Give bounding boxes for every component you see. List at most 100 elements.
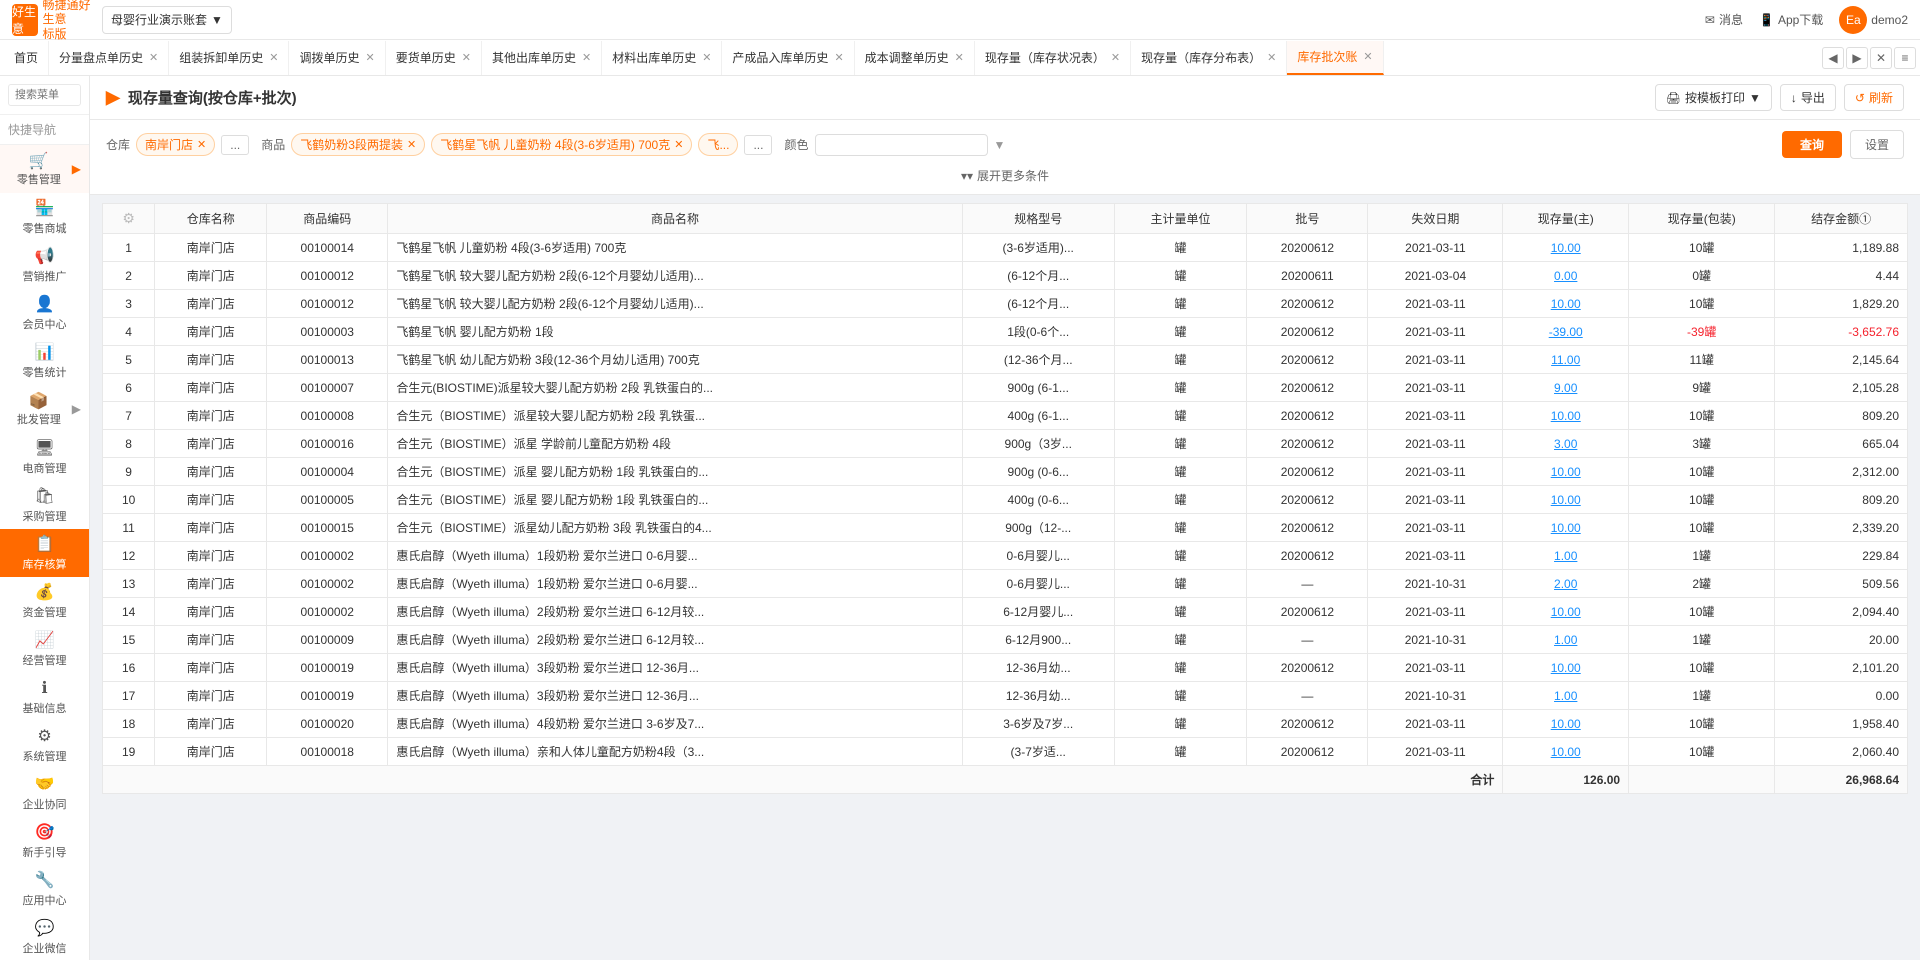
sidebar-item-wechat[interactable]: 💬 企业微信 (0, 913, 89, 960)
tab-7-close[interactable]: ✕ (834, 51, 843, 64)
sidebar-item-retail-shop[interactable]: 🏪 零售商城 (0, 193, 89, 241)
sidebar-toggle-btn[interactable]: ▶ (106, 87, 120, 108)
export-btn[interactable]: ↓ 导出 (1780, 84, 1836, 111)
sidebar-item-finance[interactable]: 💰 资金管理 (0, 577, 89, 625)
search-input[interactable] (8, 84, 81, 106)
product-tag-more[interactable]: 飞... (698, 133, 738, 156)
tab-9-close[interactable]: ✕ (1111, 51, 1120, 64)
sidebar-item-app-center[interactable]: 🔧 应用中心 (0, 865, 89, 913)
query-btn[interactable]: 查询 (1782, 131, 1842, 158)
table-row: 6 南岸门店 00100007 合生元(BIOSTIME)派星较大婴儿配方奶粉 … (103, 374, 1908, 402)
tab-8[interactable]: 成本调整单历史 ✕ (855, 41, 975, 75)
print-btn[interactable]: 🖨 按模板打印 ▼ (1655, 84, 1772, 111)
sidebar-item-wholesale[interactable]: 📦 批发管理 ▶ (0, 385, 89, 433)
row-qty-main[interactable]: 11.00 (1503, 346, 1629, 374)
tab-4[interactable]: 要货单历史 ✕ (386, 41, 482, 75)
row-spec: 900g（3岁... (962, 430, 1114, 458)
row-qty-main[interactable]: 10.00 (1503, 514, 1629, 542)
row-qty-main[interactable]: -39.00 (1503, 318, 1629, 346)
row-qty-main[interactable]: 2.00 (1503, 570, 1629, 598)
row-unit: 罐 (1114, 542, 1247, 570)
app-download-btn[interactable]: 📱 App下载 (1759, 11, 1823, 28)
row-qty-main[interactable]: 10.00 (1503, 458, 1629, 486)
row-qty-main[interactable]: 1.00 (1503, 626, 1629, 654)
tab-1[interactable]: 分量盘点单历史 ✕ (49, 41, 169, 75)
product-tag1-remove[interactable]: ✕ (407, 138, 416, 151)
row-expire: 2021-03-11 (1368, 598, 1503, 626)
tab-3-close[interactable]: ✕ (366, 51, 375, 64)
row-qty-main[interactable]: 9.00 (1503, 374, 1629, 402)
sidebar-item-ecommerce[interactable]: 🖥 电商管理 (0, 433, 89, 481)
tab-home[interactable]: 首页 (4, 41, 49, 75)
col-setting[interactable]: ⚙ (103, 204, 155, 234)
tab-6[interactable]: 材料出库单历史 ✕ (602, 41, 722, 75)
sidebar-item-inventory[interactable]: 📋 库存核算 (0, 529, 89, 577)
row-qty-main[interactable]: 10.00 (1503, 402, 1629, 430)
warehouse-more-btn[interactable]: ... (221, 135, 249, 155)
color-input[interactable] (815, 134, 988, 156)
table-row: 10 南岸门店 00100005 合生元（BIOSTIME）派星 婴儿配方奶粉 … (103, 486, 1908, 514)
tab-1-close[interactable]: ✕ (149, 51, 158, 64)
product-more-btn[interactable]: ... (744, 135, 772, 155)
tab-close-btn[interactable]: ✕ (1870, 47, 1892, 69)
setting-icon[interactable]: ⚙ (122, 210, 135, 226)
tab-9[interactable]: 现存量（库存状况表） ✕ (975, 41, 1131, 75)
sidebar-item-retail-mgmt[interactable]: 🛒 零售管理 ▶ (0, 145, 89, 193)
row-spec: (3-6岁适用)... (962, 234, 1114, 262)
sidebar-item-marketing[interactable]: 📢 营销推广 (0, 241, 89, 289)
row-qty-main[interactable]: 3.00 (1503, 430, 1629, 458)
row-amount: 229.84 (1775, 542, 1908, 570)
refresh-btn[interactable]: ↺ 刷新 (1844, 84, 1904, 111)
account-selector[interactable]: 母婴行业演示账套 ▼ (102, 6, 232, 34)
tab-7[interactable]: 产成品入库单历史 ✕ (722, 41, 854, 75)
sidebar-item-ops[interactable]: 📈 经营管理 (0, 625, 89, 673)
row-qty-main[interactable]: 10.00 (1503, 710, 1629, 738)
warehouse-tag[interactable]: 南岸门店 ✕ (136, 133, 215, 156)
tab-4-close[interactable]: ✕ (462, 51, 471, 64)
tab-prev-btn[interactable]: ◀ (1822, 47, 1844, 69)
sidebar: 快捷导航 🛒 零售管理 ▶ 🏪 零售商城 📢 营销推广 👤 会员中心 📊 零售统… (0, 76, 90, 960)
tab-menu-btn[interactable]: ≡ (1894, 47, 1916, 69)
product-tag2-remove[interactable]: ✕ (674, 138, 683, 151)
tab-3[interactable]: 调拨单历史 ✕ (289, 41, 385, 75)
tab-5[interactable]: 其他出库单历史 ✕ (482, 41, 602, 75)
tab-11[interactable]: 库存批次账 ✕ (1287, 41, 1383, 75)
tab-2-close[interactable]: ✕ (269, 51, 278, 64)
row-qty-main[interactable]: 10.00 (1503, 290, 1629, 318)
tab-10[interactable]: 现存量（库存分布表） ✕ (1131, 41, 1287, 75)
color-dropdown-icon[interactable]: ▼ (994, 138, 1006, 152)
expand-conditions-btn[interactable]: ▾▾ 展开更多条件 (106, 167, 1904, 184)
sidebar-item-sys-mgmt[interactable]: ⚙ 系统管理 (0, 721, 89, 769)
tab-2[interactable]: 组装拆卸单历史 ✕ (169, 41, 289, 75)
row-batch: 20200612 (1247, 374, 1368, 402)
row-qty-main[interactable]: 10.00 (1503, 598, 1629, 626)
tab-6-close[interactable]: ✕ (702, 51, 711, 64)
settings-btn[interactable]: 设置 (1850, 130, 1904, 159)
row-unit: 罐 (1114, 374, 1247, 402)
tab-10-close[interactable]: ✕ (1267, 51, 1276, 64)
row-qty-main[interactable]: 1.00 (1503, 682, 1629, 710)
row-qty-main[interactable]: 10.00 (1503, 486, 1629, 514)
tab-11-close[interactable]: ✕ (1363, 50, 1372, 63)
sidebar-item-purchase[interactable]: 🛍 采购管理 (0, 481, 89, 529)
tab-5-close[interactable]: ✕ (582, 51, 591, 64)
row-qty-main[interactable]: 0.00 (1503, 262, 1629, 290)
tab-8-close[interactable]: ✕ (955, 51, 964, 64)
sidebar-item-basic-info[interactable]: ℹ 基础信息 (0, 673, 89, 721)
warehouse-tag-remove[interactable]: ✕ (197, 138, 206, 151)
product-tag2[interactable]: 飞鹤星飞帆 儿童奶粉 4段(3-6岁适用) 700克 ✕ (431, 133, 692, 156)
row-qty-main[interactable]: 10.00 (1503, 654, 1629, 682)
row-qty-main[interactable]: 1.00 (1503, 542, 1629, 570)
row-spec: 0-6月婴儿... (962, 542, 1114, 570)
sidebar-item-retail-stats[interactable]: 📊 零售统计 (0, 337, 89, 385)
tab-next-btn[interactable]: ▶ (1846, 47, 1868, 69)
sidebar-item-member[interactable]: 👤 会员中心 (0, 289, 89, 337)
row-qty-main[interactable]: 10.00 (1503, 234, 1629, 262)
sidebar-item-guide[interactable]: 🎯 新手引导 (0, 817, 89, 865)
product-tag1[interactable]: 飞鹤奶粉3段两提装 ✕ (291, 133, 425, 156)
row-qty-main[interactable]: 10.00 (1503, 738, 1629, 766)
row-code: 00100002 (267, 542, 388, 570)
sidebar-item-collab[interactable]: 🤝 企业协同 (0, 769, 89, 817)
message-btn[interactable]: ✉ 消息 (1705, 11, 1743, 28)
user-area[interactable]: Ea demo2 (1839, 6, 1908, 34)
